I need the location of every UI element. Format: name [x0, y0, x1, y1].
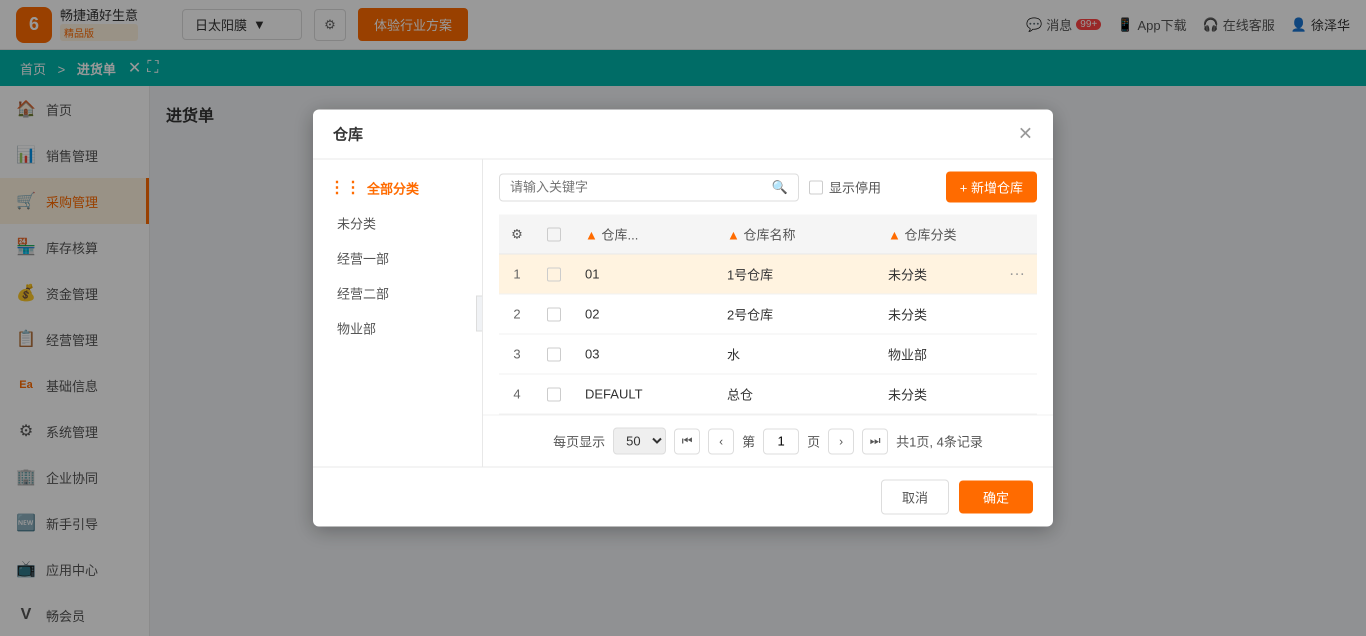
col-checkbox [535, 215, 573, 255]
row-checkbox[interactable] [535, 254, 573, 294]
category-label-property: 物业部 [337, 322, 376, 337]
warehouse-modal: 仓库 ✕ ⋮⋮ 全部分类 未分类 经营一部 经营二部 物业部 ‹ [313, 110, 1053, 527]
category-item-ops1[interactable]: 经营一部 [313, 241, 482, 276]
table-row[interactable]: 4 DEFAULT 总仓 未分类 [499, 374, 1037, 414]
category-item-unclassified[interactable]: 未分类 [313, 206, 482, 241]
modal-body: ⋮⋮ 全部分类 未分类 经营一部 经营二部 物业部 ‹ [313, 160, 1053, 467]
row-checkbox[interactable] [535, 374, 573, 414]
all-category-button[interactable]: ⋮⋮ 全部分类 [313, 170, 482, 206]
category-dots-icon: ⋮⋮ [329, 178, 361, 198]
row-name: 水 [715, 334, 876, 374]
search-box: 🔍 [499, 173, 799, 201]
row-code: 01 [573, 254, 715, 294]
row-select-checkbox[interactable] [547, 387, 561, 401]
show-disabled-toggle[interactable]: 显示停用 [809, 178, 881, 197]
per-page-label: 每页显示 [553, 432, 605, 451]
first-page-button[interactable]: ⏮ [674, 428, 700, 454]
row-code: 02 [573, 294, 715, 334]
cancel-button[interactable]: 取消 [881, 480, 949, 515]
modal-footer: 取消 确定 [313, 467, 1053, 527]
table-toolbar: 🔍 显示停用 + 新增仓库 [483, 160, 1053, 215]
row-category: 未分类 [876, 294, 1037, 334]
select-all-checkbox[interactable] [547, 227, 561, 241]
next-page-button[interactable]: › [828, 428, 854, 454]
page-unit: 页 [807, 432, 820, 451]
row-num: 3 [499, 334, 535, 374]
chevron-left-icon: ‹ [482, 308, 483, 319]
modal-header: 仓库 ✕ [313, 110, 1053, 160]
modal-close-button[interactable]: ✕ [1018, 124, 1033, 145]
row-category: 未分类 [876, 374, 1037, 414]
row-name: 总仓 [715, 374, 876, 414]
sort-icon: ▲ [585, 228, 598, 243]
row-name: 2号仓库 [715, 294, 876, 334]
category-item-property[interactable]: 物业部 [313, 311, 482, 346]
row-checkbox[interactable] [535, 334, 573, 374]
category-item-ops2[interactable]: 经营二部 [313, 276, 482, 311]
confirm-button[interactable]: 确定 [959, 481, 1033, 514]
row-category: 物业部 [876, 334, 1037, 374]
row-num: 1 [499, 254, 535, 294]
warehouse-table: ⚙ ▲ 仓库... ▲ 仓库名称 [483, 215, 1053, 415]
category-label-ops2: 经营二部 [337, 287, 389, 302]
total-info: 共1页, 4条记录 [896, 432, 983, 451]
category-label-unclassified: 未分类 [337, 217, 376, 232]
row-checkbox[interactable] [535, 294, 573, 334]
col-code: ▲ 仓库... [573, 215, 715, 255]
row-select-checkbox[interactable] [547, 347, 561, 361]
add-warehouse-button[interactable]: + 新增仓库 [946, 172, 1037, 203]
col-category: ▲ 仓库分类 [876, 215, 1037, 255]
row-actions-button[interactable]: ··· [1009, 265, 1025, 283]
show-disabled-label: 显示停用 [829, 178, 881, 197]
row-num: 2 [499, 294, 535, 334]
table-row[interactable]: 1 01 1号仓库 未分类 ··· [499, 254, 1037, 294]
page-input[interactable] [763, 428, 799, 454]
table-row[interactable]: 3 03 水 物业部 [499, 334, 1037, 374]
table-row[interactable]: 2 02 2号仓库 未分类 [499, 294, 1037, 334]
row-code: 03 [573, 334, 715, 374]
pagination: 每页显示 50 ⏮ ‹ 第 页 › ⏭ 共1页, 4条记录 [483, 415, 1053, 467]
sort-icon-name: ▲ [727, 228, 740, 243]
per-page-select[interactable]: 50 [613, 428, 666, 455]
row-select-checkbox[interactable] [547, 307, 561, 321]
category-panel: ⋮⋮ 全部分类 未分类 经营一部 经营二部 物业部 ‹ [313, 160, 483, 467]
search-icon[interactable]: 🔍 [772, 179, 788, 195]
all-category-label: 全部分类 [367, 178, 419, 197]
row-name: 1号仓库 [715, 254, 876, 294]
row-category: 未分类 ··· [876, 255, 1037, 294]
last-page-button[interactable]: ⏭ [862, 428, 888, 454]
sort-icon-cat: ▲ [888, 228, 901, 243]
show-disabled-checkbox[interactable] [809, 180, 823, 194]
prev-page-button[interactable]: ‹ [708, 428, 734, 454]
modal-title: 仓库 [333, 124, 363, 145]
col-settings: ⚙ [499, 215, 535, 255]
collapse-category-button[interactable]: ‹ [476, 295, 483, 331]
row-code: DEFAULT [573, 374, 715, 414]
page-label: 第 [742, 432, 755, 451]
col-name: ▲ 仓库名称 [715, 215, 876, 255]
row-num: 4 [499, 374, 535, 414]
search-input[interactable] [510, 180, 772, 195]
row-select-checkbox[interactable] [547, 267, 561, 281]
table-panel: 🔍 显示停用 + 新增仓库 ⚙ [483, 160, 1053, 467]
table-header-row: ⚙ ▲ 仓库... ▲ 仓库名称 [499, 215, 1037, 255]
category-label-ops1: 经营一部 [337, 252, 389, 267]
